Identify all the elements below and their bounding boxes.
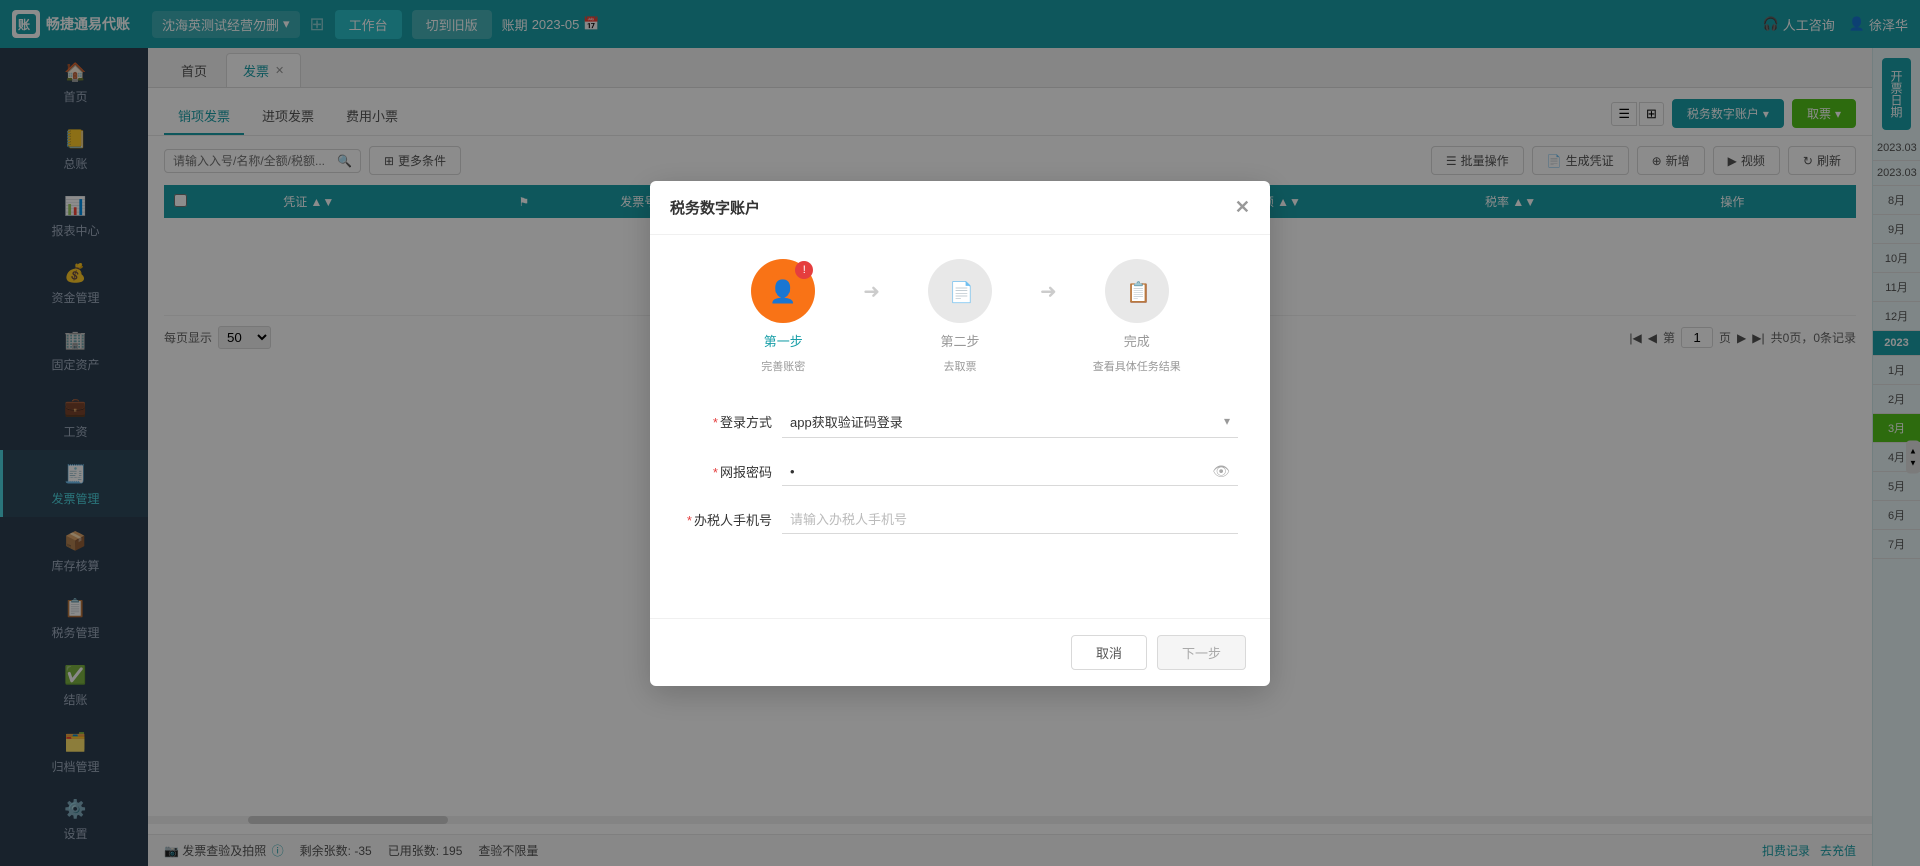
step-1-label: 第一步 (764, 331, 803, 350)
password-label: 网报密码 (682, 462, 772, 481)
login-method-label: 登录方式 (682, 412, 772, 431)
dialog-close-btn[interactable]: ✕ (1235, 198, 1250, 216)
step-2-label: 第二步 (940, 331, 979, 350)
form-spacer (682, 554, 1238, 594)
step-arrow-2: ➜ (1040, 259, 1057, 304)
next-button[interactable]: 下一步 (1157, 635, 1246, 670)
login-method-value: app获取验证码登录 (790, 412, 903, 431)
login-method-row: 登录方式 app获取验证码登录 ▾ (682, 406, 1238, 438)
svg-text:👤: 👤 (769, 279, 796, 304)
step-arrow-1: ➜ (863, 259, 880, 304)
step-3: 📋 完成 查看具体任务结果 (1057, 259, 1217, 374)
phone-label: 办税人手机号 (682, 510, 772, 529)
cancel-button[interactable]: 取消 (1071, 635, 1147, 670)
dialog-body: 👤 ! 第一步 完善账密 ➜ 📄 (650, 235, 1270, 618)
login-method-arrow-icon: ▾ (1224, 414, 1230, 428)
modal-overlay[interactable]: 税务数字账户 ✕ 👤 ! 第一步 完善账密 (0, 0, 1920, 866)
svg-text:📋: 📋 (1126, 280, 1151, 304)
step-1-sublabel: 完善账密 (761, 358, 805, 374)
step-1-error-badge: ! (795, 261, 813, 279)
tax-digital-dialog: 税务数字账户 ✕ 👤 ! 第一步 完善账密 (650, 181, 1270, 686)
step-2-icon-wrap: 📄 (928, 259, 992, 323)
wizard-steps: 👤 ! 第一步 完善账密 ➜ 📄 (682, 259, 1238, 374)
step-1-icon-wrap: 👤 ! (751, 259, 815, 323)
password-field-wrap: 👁 (782, 458, 1238, 486)
phone-row: 办税人手机号 (682, 506, 1238, 534)
step-1-avatar-icon: 👤 (765, 273, 801, 309)
dialog-title: 税务数字账户 (670, 197, 760, 218)
step-3-sublabel: 查看具体任务结果 (1093, 358, 1181, 374)
step-3-label: 完成 (1124, 331, 1150, 350)
password-eye-icon[interactable]: 👁 (1212, 463, 1238, 480)
step-1: 👤 ! 第一步 完善账密 (703, 259, 863, 374)
step-3-icon-wrap: 📋 (1105, 259, 1169, 323)
svg-text:📄: 📄 (949, 280, 974, 304)
step-2-sublabel: 去取票 (944, 358, 977, 374)
phone-input[interactable] (782, 506, 1238, 534)
password-row: 网报密码 👁 (682, 458, 1238, 486)
dialog-footer: 取消 下一步 (650, 618, 1270, 686)
dialog-header: 税务数字账户 ✕ (650, 181, 1270, 235)
login-method-select[interactable]: app获取验证码登录 ▾ (782, 406, 1238, 438)
step-2: 📄 第二步 去取票 (880, 259, 1040, 374)
password-input[interactable] (782, 458, 1212, 485)
step-3-clipboard-icon: 📋 (1119, 273, 1155, 309)
step-2-doc-icon: 📄 (942, 273, 978, 309)
